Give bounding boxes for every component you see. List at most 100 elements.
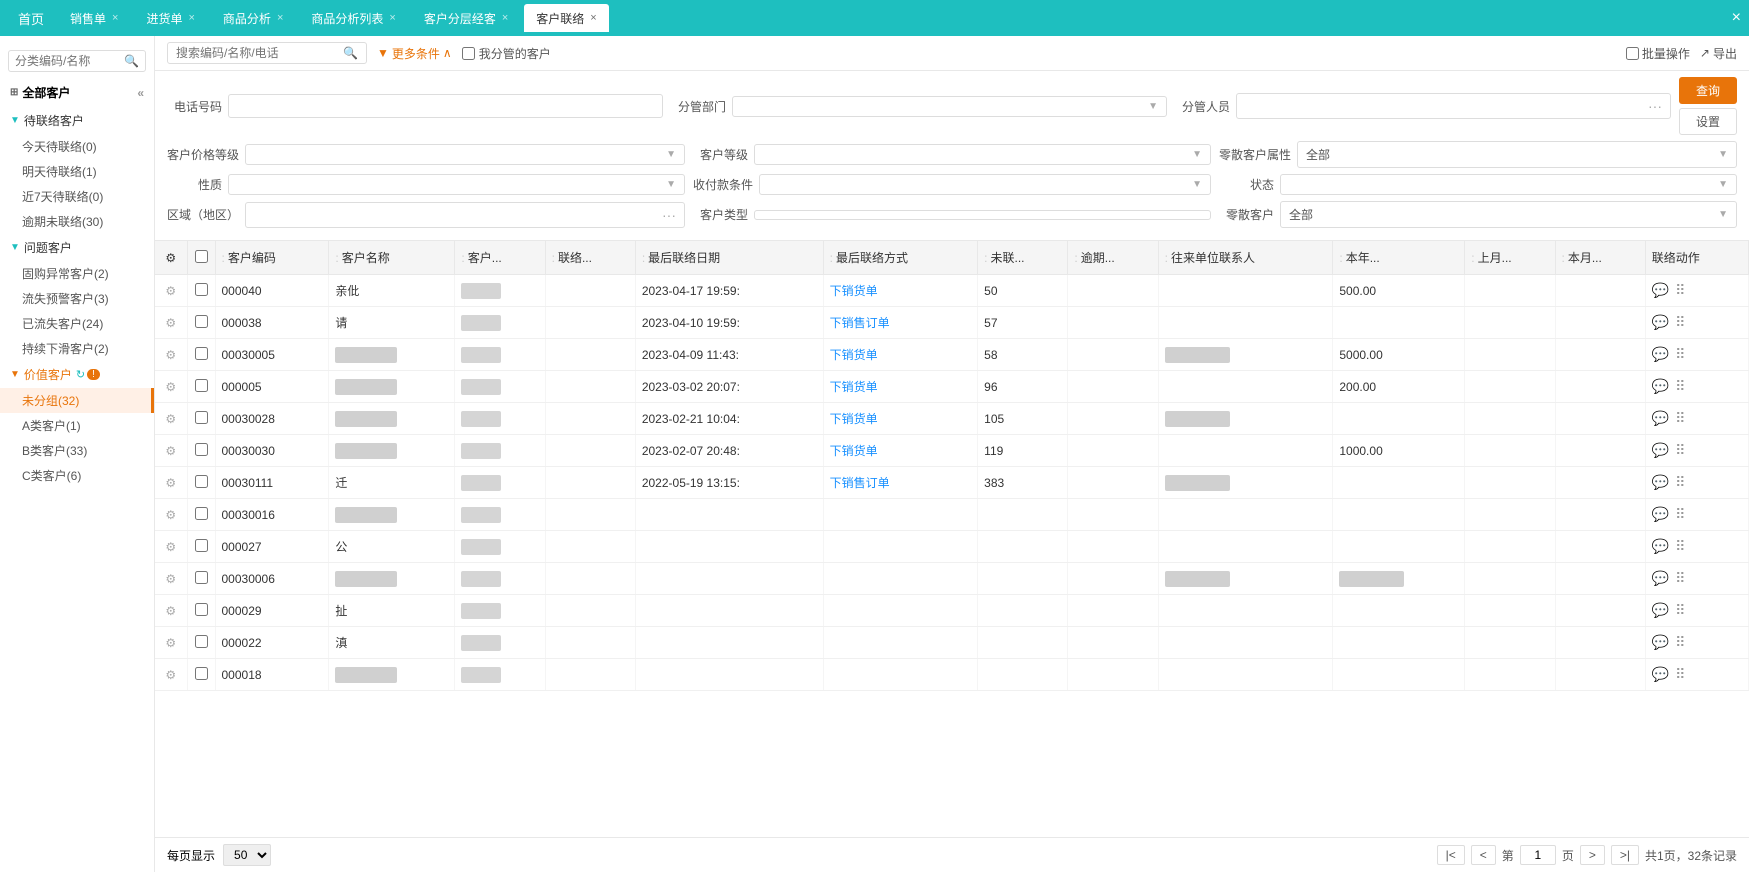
overdue-column-header[interactable]: :逾期... xyxy=(1068,241,1158,275)
sidebar-item-overdue[interactable]: 逾期未联络(30) xyxy=(0,209,154,234)
checkbox-column-header[interactable] xyxy=(187,241,215,275)
sidebar-item-today[interactable]: 今天待联络(0) xyxy=(0,134,154,159)
filter-search-box[interactable]: 🔍 xyxy=(167,42,367,64)
select-all-checkbox[interactable] xyxy=(195,250,208,263)
chat-icon-10[interactable]: 💬 xyxy=(1652,602,1669,619)
next-page-button[interactable]: > xyxy=(1580,845,1605,865)
tab-purchase-order[interactable]: 进货单 × xyxy=(134,4,206,32)
row-checkbox-4[interactable] xyxy=(187,403,215,435)
row-checkbox-12[interactable] xyxy=(187,659,215,691)
row-checkbox-2[interactable] xyxy=(187,339,215,371)
refresh-icon[interactable]: ↻ xyxy=(76,368,85,381)
my-customers-check[interactable] xyxy=(462,47,475,60)
more-conditions-btn[interactable]: ▼ 更多条件 ∧ xyxy=(377,45,452,62)
reset-button[interactable]: 设置 xyxy=(1679,108,1737,135)
close-sales-order-icon[interactable]: × xyxy=(112,12,118,24)
row-gear-9[interactable]: ⚙ xyxy=(155,563,187,595)
query-button[interactable]: 查询 xyxy=(1679,77,1737,104)
row-gear-12[interactable]: ⚙ xyxy=(155,659,187,691)
dept-select[interactable]: ▼ xyxy=(732,96,1167,117)
type-column-header[interactable]: :客户... xyxy=(455,241,545,275)
row-checkbox-7[interactable] xyxy=(187,499,215,531)
menu-icon-9[interactable]: ⠿ xyxy=(1675,570,1685,587)
customer-level-select[interactable]: ▼ xyxy=(754,144,1211,165)
nature-select[interactable]: ▼ xyxy=(228,174,685,195)
chat-icon-9[interactable]: 💬 xyxy=(1652,570,1669,587)
menu-icon-7[interactable]: ⠿ xyxy=(1675,506,1685,523)
payment-select[interactable]: ▼ xyxy=(759,174,1211,195)
menu-icon-12[interactable]: ⠿ xyxy=(1675,666,1685,683)
per-page-select[interactable]: 50 xyxy=(223,844,271,866)
sidebar-item-7days[interactable]: 近7天待联络(0) xyxy=(0,184,154,209)
person-dots-icon[interactable]: ··· xyxy=(1648,98,1662,114)
batch-ops-button[interactable]: 批量操作 xyxy=(1626,45,1690,62)
menu-icon-6[interactable]: ⠿ xyxy=(1675,474,1685,491)
sidebar-all-customers[interactable]: ⊞ 全部客户 « xyxy=(0,78,154,107)
partner-contact-column-header[interactable]: :往来单位联系人 xyxy=(1158,241,1333,275)
row-gear-10[interactable]: ⚙ xyxy=(155,595,187,627)
sidebar-item-lost[interactable]: 已流失客户(24) xyxy=(0,311,154,336)
status-select[interactable]: ▼ xyxy=(1280,174,1737,195)
chat-icon-8[interactable]: 💬 xyxy=(1652,538,1669,555)
contact-column-header[interactable]: :联络... xyxy=(545,241,635,275)
chat-icon-3[interactable]: 💬 xyxy=(1652,378,1669,395)
page-input[interactable] xyxy=(1520,845,1556,865)
menu-icon-11[interactable]: ⠿ xyxy=(1675,634,1685,651)
last-month-column-header[interactable]: :上月... xyxy=(1465,241,1555,275)
row-gear-7[interactable]: ⚙ xyxy=(155,499,187,531)
chat-icon-12[interactable]: 💬 xyxy=(1652,666,1669,683)
gear-column-header[interactable]: ⚙ xyxy=(155,241,187,275)
chat-icon-0[interactable]: 💬 xyxy=(1652,282,1669,299)
sidebar-item-class-b[interactable]: B类客户(33) xyxy=(0,438,154,463)
section-pending-contact[interactable]: ▼ 待联络客户 xyxy=(0,107,154,134)
row-gear-6[interactable]: ⚙ xyxy=(155,467,187,499)
close-customer-contact-icon[interactable]: × xyxy=(590,12,596,24)
close-product-analysis-list-icon[interactable]: × xyxy=(389,12,395,24)
close-purchase-order-icon[interactable]: × xyxy=(188,12,194,24)
sidebar-item-abnormal[interactable]: 固购异常客户(2) xyxy=(0,261,154,286)
home-tab[interactable]: 首页 xyxy=(8,9,54,28)
row-gear-0[interactable]: ⚙ xyxy=(155,275,187,307)
chat-icon-2[interactable]: 💬 xyxy=(1652,346,1669,363)
row-gear-3[interactable]: ⚙ xyxy=(155,371,187,403)
tab-customer-layer[interactable]: 客户分层经客 × xyxy=(412,4,520,32)
menu-icon-10[interactable]: ⠿ xyxy=(1675,602,1685,619)
sidebar-item-churn-warning[interactable]: 流失预警客户(3) xyxy=(0,286,154,311)
prev-page-button[interactable]: < xyxy=(1471,845,1496,865)
section-problem-customers[interactable]: ▼ 问题客户 xyxy=(0,234,154,261)
tab-sales-order[interactable]: 销售单 × xyxy=(58,4,130,32)
row-gear-2[interactable]: ⚙ xyxy=(155,339,187,371)
chat-icon-7[interactable]: 💬 xyxy=(1652,506,1669,523)
menu-icon-5[interactable]: ⠿ xyxy=(1675,442,1685,459)
menu-icon-8[interactable]: ⠿ xyxy=(1675,538,1685,555)
no-contact-column-header[interactable]: :未联... xyxy=(978,241,1068,275)
this-year-column-header[interactable]: :本年... xyxy=(1333,241,1465,275)
chat-icon-6[interactable]: 💬 xyxy=(1652,474,1669,491)
last-date-column-header[interactable]: :最后联络日期 xyxy=(635,241,823,275)
tab-product-analysis-list[interactable]: 商品分析列表 × xyxy=(299,4,407,32)
last-way-column-header[interactable]: :最后联络方式 xyxy=(823,241,977,275)
name-column-header[interactable]: :客户名称 xyxy=(329,241,455,275)
row-checkbox-9[interactable] xyxy=(187,563,215,595)
region-select[interactable]: ··· xyxy=(245,202,685,228)
menu-icon-3[interactable]: ⠿ xyxy=(1675,378,1685,395)
code-column-header[interactable]: :客户编码 xyxy=(215,241,329,275)
sidebar-item-class-a[interactable]: A类客户(1) xyxy=(0,413,154,438)
row-checkbox-8[interactable] xyxy=(187,531,215,563)
close-customer-layer-icon[interactable]: × xyxy=(502,12,508,24)
sidebar-search-box[interactable]: 🔍 xyxy=(8,50,146,72)
row-gear-11[interactable]: ⚙ xyxy=(155,627,187,659)
row-gear-5[interactable]: ⚙ xyxy=(155,435,187,467)
tab-customer-contact[interactable]: 客户联络 × xyxy=(524,4,608,32)
row-gear-1[interactable]: ⚙ xyxy=(155,307,187,339)
sidebar-item-class-c[interactable]: C类客户(6) xyxy=(0,463,154,488)
first-page-button[interactable]: |< xyxy=(1437,845,1465,865)
menu-icon-2[interactable]: ⠿ xyxy=(1675,346,1685,363)
chat-icon-5[interactable]: 💬 xyxy=(1652,442,1669,459)
batch-ops-check[interactable] xyxy=(1626,47,1639,60)
sidebar-item-tomorrow[interactable]: 明天待联络(1) xyxy=(0,159,154,184)
row-checkbox-11[interactable] xyxy=(187,627,215,659)
row-checkbox-0[interactable] xyxy=(187,275,215,307)
this-month-column-header[interactable]: :本月... xyxy=(1555,241,1645,275)
filter-search-input[interactable] xyxy=(176,46,338,60)
